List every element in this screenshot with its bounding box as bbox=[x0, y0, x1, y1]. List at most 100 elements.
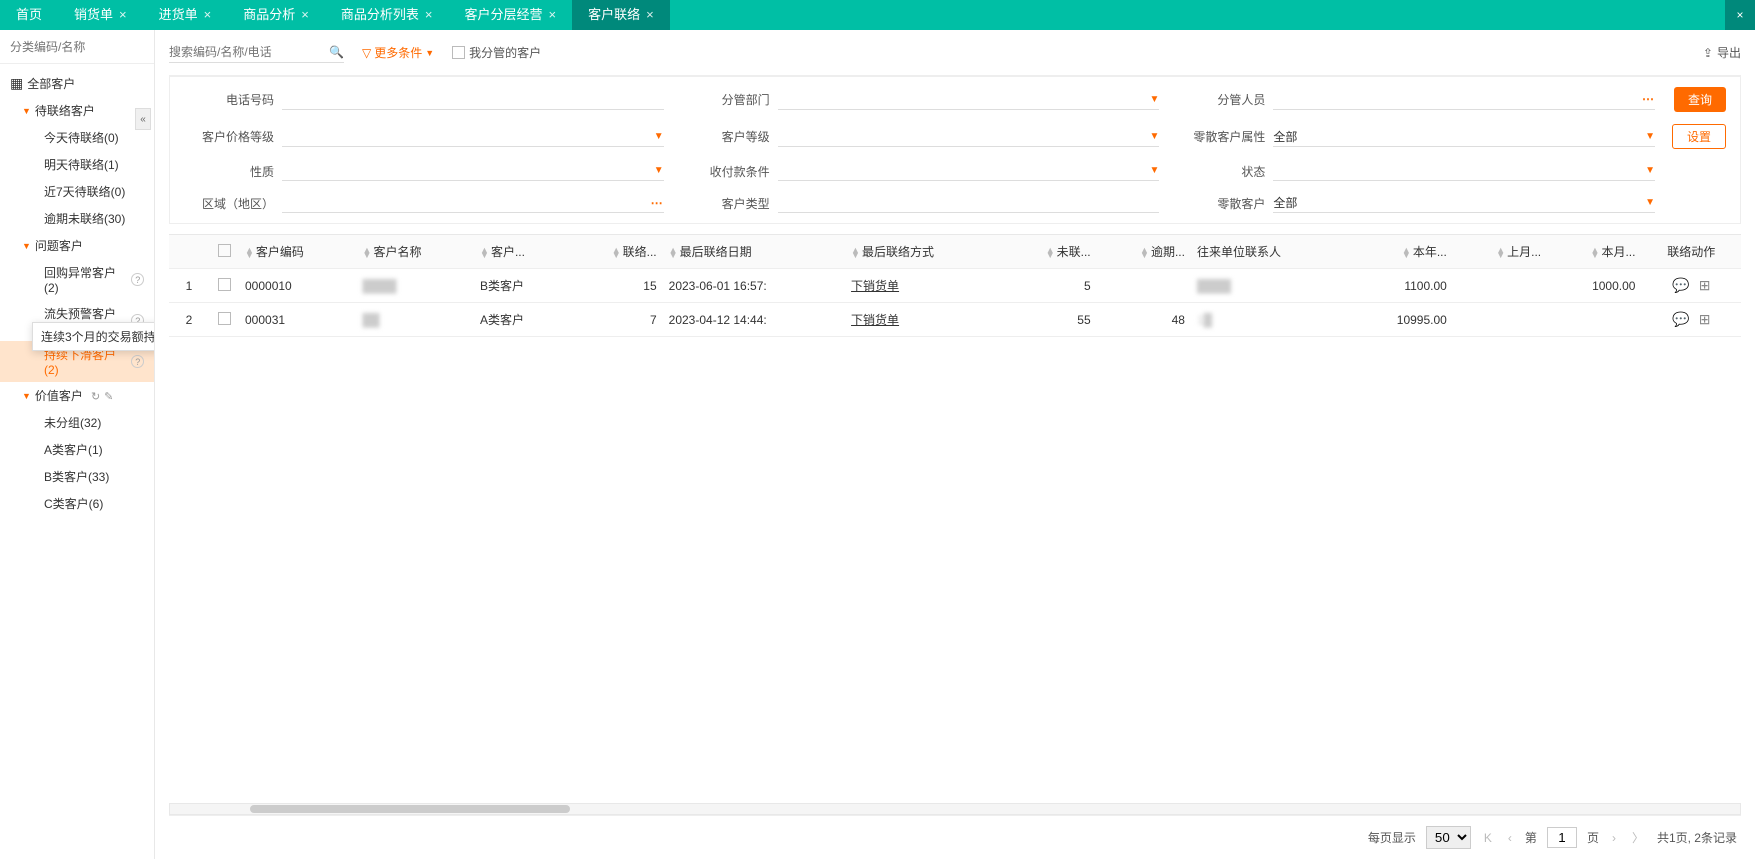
tree-leaf[interactable]: 明天待联络(1) bbox=[0, 151, 154, 178]
retail-attr-select[interactable]: 全部▼ bbox=[1273, 127, 1655, 147]
col-checkbox[interactable] bbox=[209, 235, 239, 269]
tab-customer-contact[interactable]: 客户联络× bbox=[572, 0, 670, 30]
tree-leaf[interactable]: B类客户(33) bbox=[0, 463, 154, 490]
cust-type-select[interactable] bbox=[778, 193, 1160, 213]
close-icon[interactable]: × bbox=[204, 0, 212, 30]
tree-leaf[interactable]: 回购异常客户(2)? bbox=[0, 259, 154, 300]
chat-icon[interactable]: 💬 bbox=[1672, 277, 1689, 293]
checkbox-icon bbox=[218, 312, 231, 325]
close-icon[interactable]: × bbox=[548, 0, 556, 30]
col-contact-count[interactable]: ▲▼联络... bbox=[568, 235, 662, 269]
next-page-button[interactable]: › bbox=[1609, 831, 1619, 845]
phone-input[interactable] bbox=[282, 90, 664, 110]
tab-customer-layer[interactable]: 客户分层经营× bbox=[448, 0, 572, 30]
settings-button[interactable]: 设置 bbox=[1672, 124, 1726, 149]
close-icon[interactable]: × bbox=[119, 0, 127, 30]
chat-icon[interactable]: 💬 bbox=[1672, 311, 1689, 327]
cell-last-way[interactable]: 下销货单 bbox=[845, 269, 1002, 303]
col-overdue[interactable]: ▲▼逾期... bbox=[1097, 235, 1191, 269]
tree-leaf[interactable]: 未分组(32) bbox=[0, 409, 154, 436]
query-button[interactable]: 查询 bbox=[1674, 87, 1726, 112]
chevron-down-icon: ▼ bbox=[1149, 165, 1159, 176]
price-level-select[interactable]: ▼ bbox=[282, 127, 664, 147]
cell-checkbox[interactable] bbox=[209, 269, 239, 303]
dept-select[interactable]: ▼ bbox=[778, 90, 1160, 110]
qr-icon[interactable]: ⊞ bbox=[1699, 277, 1711, 293]
last-page-button[interactable]: 〉 bbox=[1629, 829, 1647, 846]
tab-purchase[interactable]: 进货单× bbox=[143, 0, 228, 30]
cell-name: ██ bbox=[357, 303, 475, 337]
cell-checkbox[interactable] bbox=[209, 303, 239, 337]
cell-overdue bbox=[1097, 269, 1191, 303]
main-search-input[interactable] bbox=[169, 42, 329, 62]
search-icon[interactable]: 🔍 bbox=[329, 45, 344, 59]
tree-leaf[interactable]: 逾期未联络(30) bbox=[0, 205, 154, 232]
cell-actions: 💬 ⊞ bbox=[1641, 269, 1741, 303]
status-select[interactable]: ▼ bbox=[1273, 161, 1655, 181]
tab-home[interactable]: 首页 bbox=[0, 0, 58, 30]
checkbox-all[interactable] bbox=[218, 244, 231, 257]
export-button[interactable]: ⇪ 导出 bbox=[1703, 44, 1741, 61]
col-year[interactable]: ▲▼本年... bbox=[1350, 235, 1453, 269]
horizontal-scrollbar[interactable] bbox=[169, 803, 1741, 815]
tab-product-analysis[interactable]: 商品分析× bbox=[227, 0, 325, 30]
nature-select[interactable]: ▼ bbox=[282, 161, 664, 181]
sort-icon: ▲▼ bbox=[480, 248, 489, 258]
sidebar-search-input[interactable] bbox=[10, 40, 155, 54]
my-customer-checkbox[interactable]: 我分管的客户 bbox=[452, 44, 541, 61]
close-icon[interactable]: × bbox=[301, 0, 309, 30]
sort-icon: ▲▼ bbox=[669, 248, 678, 258]
region-select[interactable]: ⋯ bbox=[282, 193, 664, 213]
cell-last-way[interactable]: 下销货单 bbox=[845, 303, 1002, 337]
col-last-way[interactable]: ▲▼最后联络方式 bbox=[845, 235, 1002, 269]
tree-group-value[interactable]: ▼价值客户↻✎ bbox=[0, 382, 154, 409]
tree-leaf[interactable]: 今天待联络(0) bbox=[0, 124, 154, 151]
table-row[interactable]: 1 0000010 ████ B类客户 15 2023-06-01 16:57:… bbox=[169, 269, 1741, 303]
prev-page-button[interactable]: ‹ bbox=[1505, 831, 1515, 845]
col-this-month[interactable]: ▲▼本月... bbox=[1547, 235, 1641, 269]
col-code[interactable]: ▲▼客户编码 bbox=[239, 235, 357, 269]
col-index[interactable] bbox=[169, 235, 209, 269]
tree-group-problem[interactable]: ▼问题客户 bbox=[0, 232, 154, 259]
retail-cust-select[interactable]: 全部▼ bbox=[1273, 193, 1655, 213]
close-icon[interactable]: × bbox=[646, 0, 654, 30]
more-conditions-toggle[interactable]: ▽ 更多条件 ▼ bbox=[362, 44, 434, 61]
page-size-select[interactable]: 50 bbox=[1426, 826, 1471, 849]
close-icon[interactable]: × bbox=[425, 0, 433, 30]
col-no-contact[interactable]: ▲▼未联... bbox=[1002, 235, 1096, 269]
paycond-select[interactable]: ▼ bbox=[778, 161, 1160, 181]
sort-icon: ▲▼ bbox=[1046, 248, 1055, 258]
col-contact-person[interactable]: 往来单位联系人 bbox=[1191, 235, 1350, 269]
scrollbar-thumb[interactable] bbox=[250, 805, 570, 813]
tab-sales[interactable]: 销货单× bbox=[58, 0, 143, 30]
tree-group-pending[interactable]: ▼待联络客户 bbox=[0, 97, 154, 124]
col-level[interactable]: ▲▼客户... bbox=[474, 235, 568, 269]
info-icon[interactable]: ? bbox=[131, 273, 144, 286]
col-last-date[interactable]: ▲▼最后联络日期 bbox=[663, 235, 845, 269]
info-icon[interactable]: ? bbox=[131, 355, 144, 368]
tree-leaf[interactable]: 近7天待联络(0) bbox=[0, 178, 154, 205]
sidebar: 🔍 « ▦全部客户 ▼待联络客户 今天待联络(0) 明天待联络(1) 近7天待联… bbox=[0, 30, 155, 859]
col-name[interactable]: ▲▼客户名称 bbox=[357, 235, 475, 269]
cell-actions: 💬 ⊞ bbox=[1641, 303, 1741, 337]
sort-icon: ▲▼ bbox=[851, 248, 860, 258]
table-row[interactable]: 2 000031 ██ A类客户 7 2023-04-12 14:44: 下销货… bbox=[169, 303, 1741, 337]
cell-code: 000031 bbox=[239, 303, 357, 337]
tree-leaf[interactable]: A类客户(1) bbox=[0, 436, 154, 463]
data-table-wrapper[interactable]: ▲▼客户编码 ▲▼客户名称 ▲▼客户... ▲▼联络... ▲▼最后联络日期 ▲… bbox=[169, 234, 1741, 803]
tree-root-all-customers[interactable]: ▦全部客户 bbox=[0, 70, 154, 97]
more-icon: ⋯ bbox=[651, 196, 664, 210]
page-number-input[interactable] bbox=[1547, 827, 1577, 848]
person-select[interactable]: ⋯ bbox=[1273, 90, 1655, 110]
close-all-tabs-button[interactable]: × bbox=[1725, 0, 1755, 30]
tree-leaf[interactable]: C类客户(6) bbox=[0, 490, 154, 517]
tab-product-analysis-list[interactable]: 商品分析列表× bbox=[325, 0, 449, 30]
collapse-sidebar-button[interactable]: « bbox=[135, 108, 151, 130]
qr-icon[interactable]: ⊞ bbox=[1699, 311, 1711, 327]
refresh-icon[interactable]: ↻ bbox=[91, 391, 100, 403]
first-page-button[interactable]: K bbox=[1481, 831, 1495, 845]
cust-level-select[interactable]: ▼ bbox=[778, 127, 1160, 147]
col-last-month[interactable]: ▲▼上月... bbox=[1453, 235, 1547, 269]
edit-icon[interactable]: ✎ bbox=[104, 391, 113, 403]
grid-icon: ▦ bbox=[10, 75, 23, 92]
